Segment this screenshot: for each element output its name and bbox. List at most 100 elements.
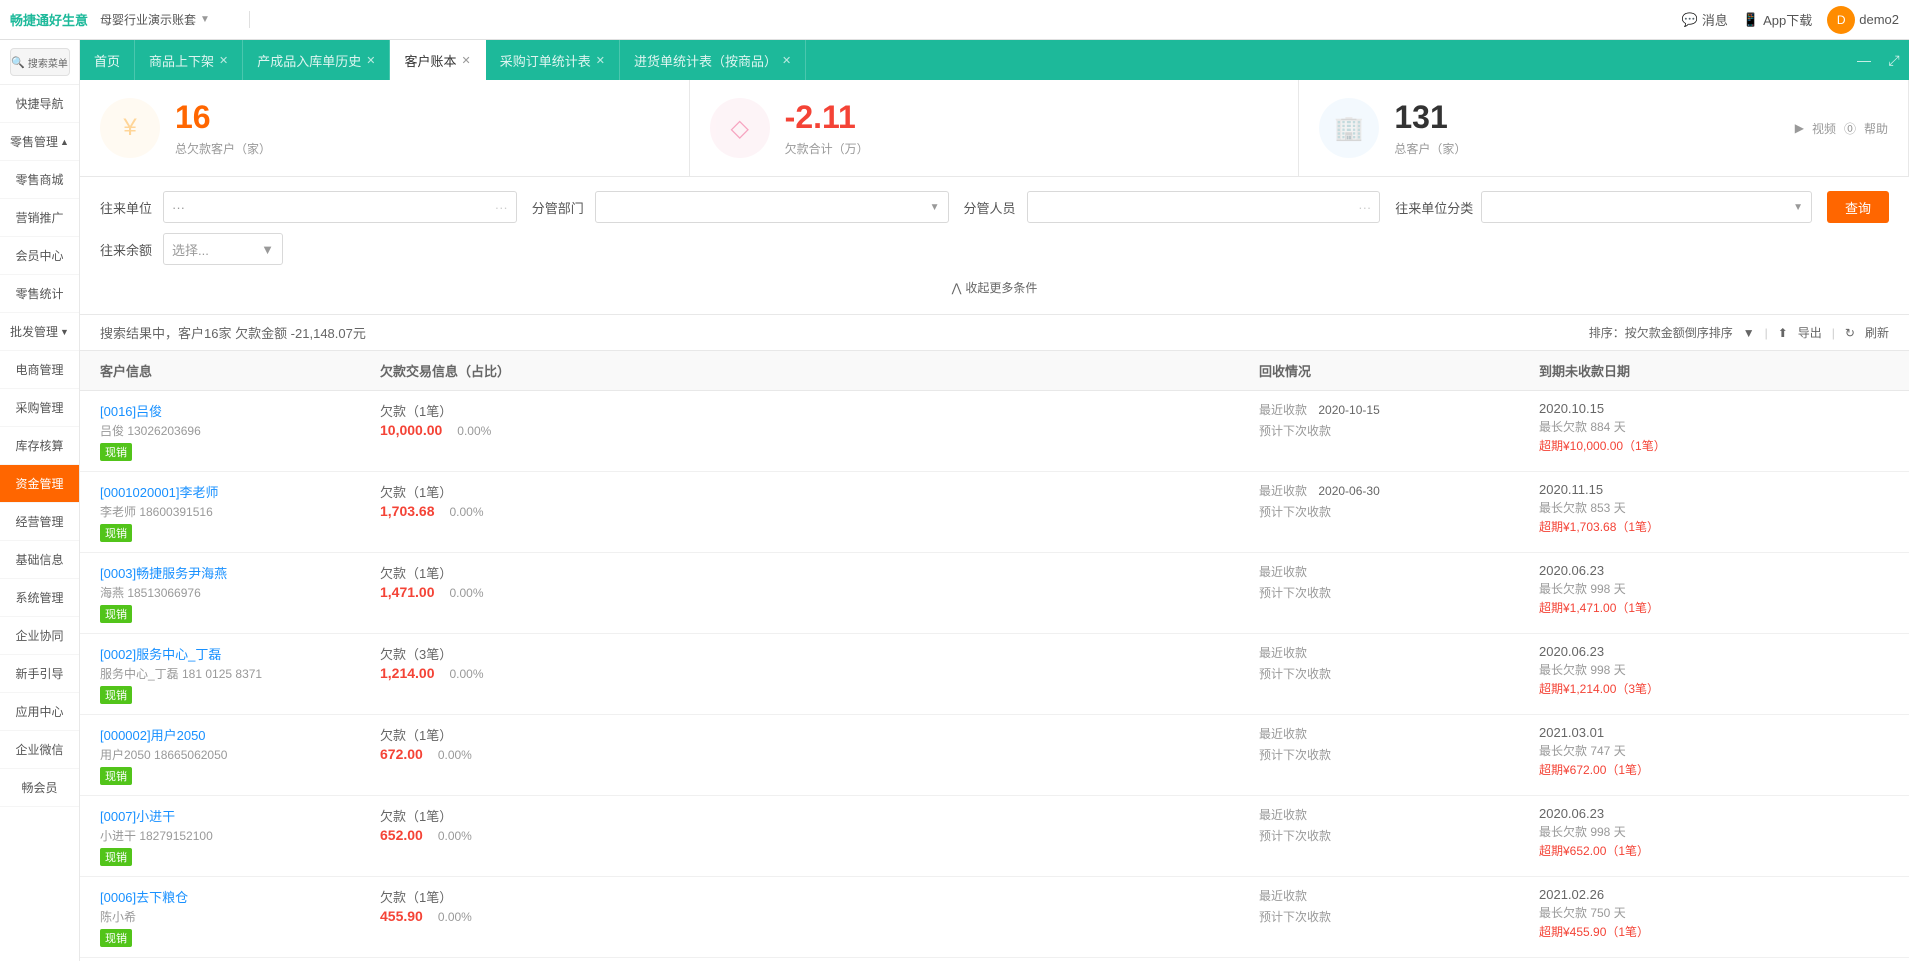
sidebar-item-retail-mall[interactable]: 零售商城 xyxy=(0,161,79,199)
sort-label[interactable]: 排序：按欠款金额倒序排序 xyxy=(1589,324,1733,341)
overdue-days: 最长欠款 884 天 xyxy=(1539,418,1889,435)
overdue-link[interactable]: 超期¥652.00（1笔） xyxy=(1539,842,1889,859)
due-date: 2021.03.01 xyxy=(1539,725,1889,740)
customer-name-link[interactable]: [0002]服务中心_丁磊 xyxy=(100,644,380,663)
debt-percent: 0.00% xyxy=(438,829,472,843)
filter-partner: 往来单位 ··· xyxy=(100,191,517,223)
collapse-filters-button[interactable]: ⋀ 收起更多条件 xyxy=(100,275,1889,300)
filter-department-select[interactable]: ▼ xyxy=(595,191,949,223)
table-header: 客户信息 欠款交易信息（占比） 回收情况 到期未收款日期 xyxy=(80,351,1909,391)
filter-manager: 分管人员 ··· xyxy=(964,191,1381,223)
tab-close-icon[interactable]: ✕ xyxy=(219,54,228,67)
debt-percent: 0.00% xyxy=(438,748,472,762)
tab-minimize-button[interactable]: — xyxy=(1849,40,1879,80)
store-arrow-icon: ▼ xyxy=(200,14,210,25)
tab-close-icon[interactable]: ✕ xyxy=(462,54,471,67)
sidebar-item-guide[interactable]: 新手引导 xyxy=(0,655,79,693)
export-icon: ⬆ xyxy=(1778,326,1788,340)
debt-amount: 672.00 xyxy=(380,746,423,762)
sidebar-item-enterprise[interactable]: 企业协同 xyxy=(0,617,79,655)
store-selector[interactable]: 母婴行业演示账套 ▼ xyxy=(90,11,250,28)
chevron-up-icon: ⋀ xyxy=(952,281,962,295)
table-row: [0007]小进干 小进干 18279152100 现销 欠款（1笔） 652.… xyxy=(80,796,1909,877)
filters-area: 往来单位 ··· 分管部门 ▼ xyxy=(80,177,1909,315)
tab-product-listing[interactable]: 商品上下架 ✕ xyxy=(135,40,243,80)
tab-label: 客户账本 xyxy=(404,51,456,70)
logo: 畅捷通好生意 xyxy=(10,10,90,29)
overdue-link[interactable]: 超期¥10,000.00（1笔） xyxy=(1539,437,1889,454)
debtors-label: 总欠款客户（家） xyxy=(175,140,271,157)
overdue-link[interactable]: 超期¥1,703.68（1笔） xyxy=(1539,518,1889,535)
overdue-link[interactable]: 超期¥672.00（1笔） xyxy=(1539,761,1889,778)
sidebar-item-vip[interactable]: 畅会员 xyxy=(0,769,79,807)
table-row: [0001020001]李老师 李老师 18600391516 现销 欠款（1笔… xyxy=(80,472,1909,553)
customer-name-link[interactable]: [0016]吕俊 xyxy=(100,401,380,420)
customer-tag: 现销 xyxy=(100,686,132,704)
next-repay: 预计下次收款 xyxy=(1259,503,1539,520)
repay-label: 最近收款 xyxy=(1259,725,1539,742)
next-repay: 预计下次收款 xyxy=(1259,827,1539,844)
overdue-days: 最长欠款 747 天 xyxy=(1539,742,1889,759)
chevron-down-icon: ▼ xyxy=(60,327,69,337)
tab-home[interactable]: 首页 xyxy=(80,40,135,80)
stat-card-debtors: ¥ 16 总欠款客户（家） xyxy=(80,80,690,176)
message-button[interactable]: 💬 消息 xyxy=(1682,10,1728,29)
sidebar-item-system[interactable]: 系统管理 xyxy=(0,579,79,617)
app-download-button[interactable]: 📱 App下载 xyxy=(1743,10,1812,29)
tab-purchase-stats[interactable]: 进货单统计表（按商品） ✕ xyxy=(620,40,806,80)
video-label[interactable]: 视频 xyxy=(1812,120,1836,137)
stats-row: ¥ 16 总欠款客户（家） ◇ -2.11 欠款合计（万） xyxy=(80,80,1909,177)
user-menu[interactable]: D demo2 xyxy=(1827,6,1899,34)
sidebar-item-retail-mgmt[interactable]: 零售管理 ▲ xyxy=(0,123,79,161)
sidebar-item-finance[interactable]: 资金管理 xyxy=(0,465,79,503)
help-label[interactable]: 帮助 xyxy=(1864,120,1888,137)
refresh-button[interactable]: 刷新 xyxy=(1865,324,1889,341)
total-customers-value: 131 xyxy=(1394,99,1466,136)
export-button[interactable]: 导出 xyxy=(1798,324,1822,341)
message-icon: 💬 xyxy=(1682,12,1698,28)
sidebar-item-apps[interactable]: 应用中心 xyxy=(0,693,79,731)
next-repay: 预计下次收款 xyxy=(1259,908,1539,925)
filter-manager-input[interactable]: ··· xyxy=(1027,191,1381,223)
tab-maximize-button[interactable]: ⤢ xyxy=(1879,40,1909,80)
sidebar-item-purchase[interactable]: 采购管理 xyxy=(0,389,79,427)
customer-name-link[interactable]: [0007]小进干 xyxy=(100,806,380,825)
overdue-link[interactable]: 超期¥1,471.00（1笔） xyxy=(1539,599,1889,616)
customer-name-link[interactable]: [0006]去下粮仓 xyxy=(100,887,380,906)
due-date: 2020.11.15 xyxy=(1539,482,1889,497)
customer-name-link[interactable]: [000002]用户2050 xyxy=(100,725,380,744)
tab-close-icon[interactable]: ✕ xyxy=(366,54,375,67)
sidebar-quick-nav[interactable]: 快捷导航 xyxy=(0,85,79,123)
customer-name-link[interactable]: [0001020001]李老师 xyxy=(100,482,380,501)
sidebar-item-marketing[interactable]: 营销推广 xyxy=(0,199,79,237)
tab-close-icon[interactable]: ✕ xyxy=(596,54,605,67)
due-date: 2021.02.26 xyxy=(1539,887,1889,902)
tab-customer-ledger[interactable]: 客户账本 ✕ xyxy=(390,40,485,80)
sidebar-item-retail-stats[interactable]: 零售统计 xyxy=(0,275,79,313)
tab-close-icon[interactable]: ✕ xyxy=(782,54,791,67)
sidebar-item-wholesale[interactable]: 批发管理 ▼ xyxy=(0,313,79,351)
search-button[interactable]: 查询 xyxy=(1827,191,1889,223)
debt-count: 欠款（1笔） xyxy=(380,887,1259,906)
next-repay: 预计下次收款 xyxy=(1259,746,1539,763)
customer-name-link[interactable]: [0003]畅捷服务尹海燕 xyxy=(100,563,380,582)
sidebar-item-basic-info[interactable]: 基础信息 xyxy=(0,541,79,579)
sidebar-item-wechat[interactable]: 企业微信 xyxy=(0,731,79,769)
tab-product-history[interactable]: 产成品入库单历史 ✕ xyxy=(243,40,390,80)
overdue-link[interactable]: 超期¥455.90（1笔） xyxy=(1539,923,1889,940)
search-menu-button[interactable]: 🔍 搜索菜单 xyxy=(0,40,79,85)
sidebar-item-inventory[interactable]: 库存核算 xyxy=(0,427,79,465)
debt-amount: 1,703.68 xyxy=(380,503,435,519)
tab-purchase-order[interactable]: 采购订单统计表 ✕ xyxy=(486,40,620,80)
sidebar-item-ecommerce[interactable]: 电商管理 xyxy=(0,351,79,389)
filter-category-select[interactable]: ▼ xyxy=(1481,191,1812,223)
search-icon: 🔍 xyxy=(11,56,25,69)
sidebar-item-operation[interactable]: 经营管理 xyxy=(0,503,79,541)
sidebar: 🔍 搜索菜单 快捷导航 零售管理 ▲ 零售商城 营销推广 会员中心 零售统计 批… xyxy=(0,40,80,961)
filter-partner-label: 往来单位 xyxy=(100,198,155,217)
sidebar-item-member[interactable]: 会员中心 xyxy=(0,237,79,275)
overdue-link[interactable]: 超期¥1,214.00（3笔） xyxy=(1539,680,1889,697)
debt-percent: 0.00% xyxy=(457,424,491,438)
filter-balance-select[interactable]: 选择... ▼ xyxy=(163,233,283,265)
filter-partner-input[interactable]: ··· xyxy=(163,191,517,223)
